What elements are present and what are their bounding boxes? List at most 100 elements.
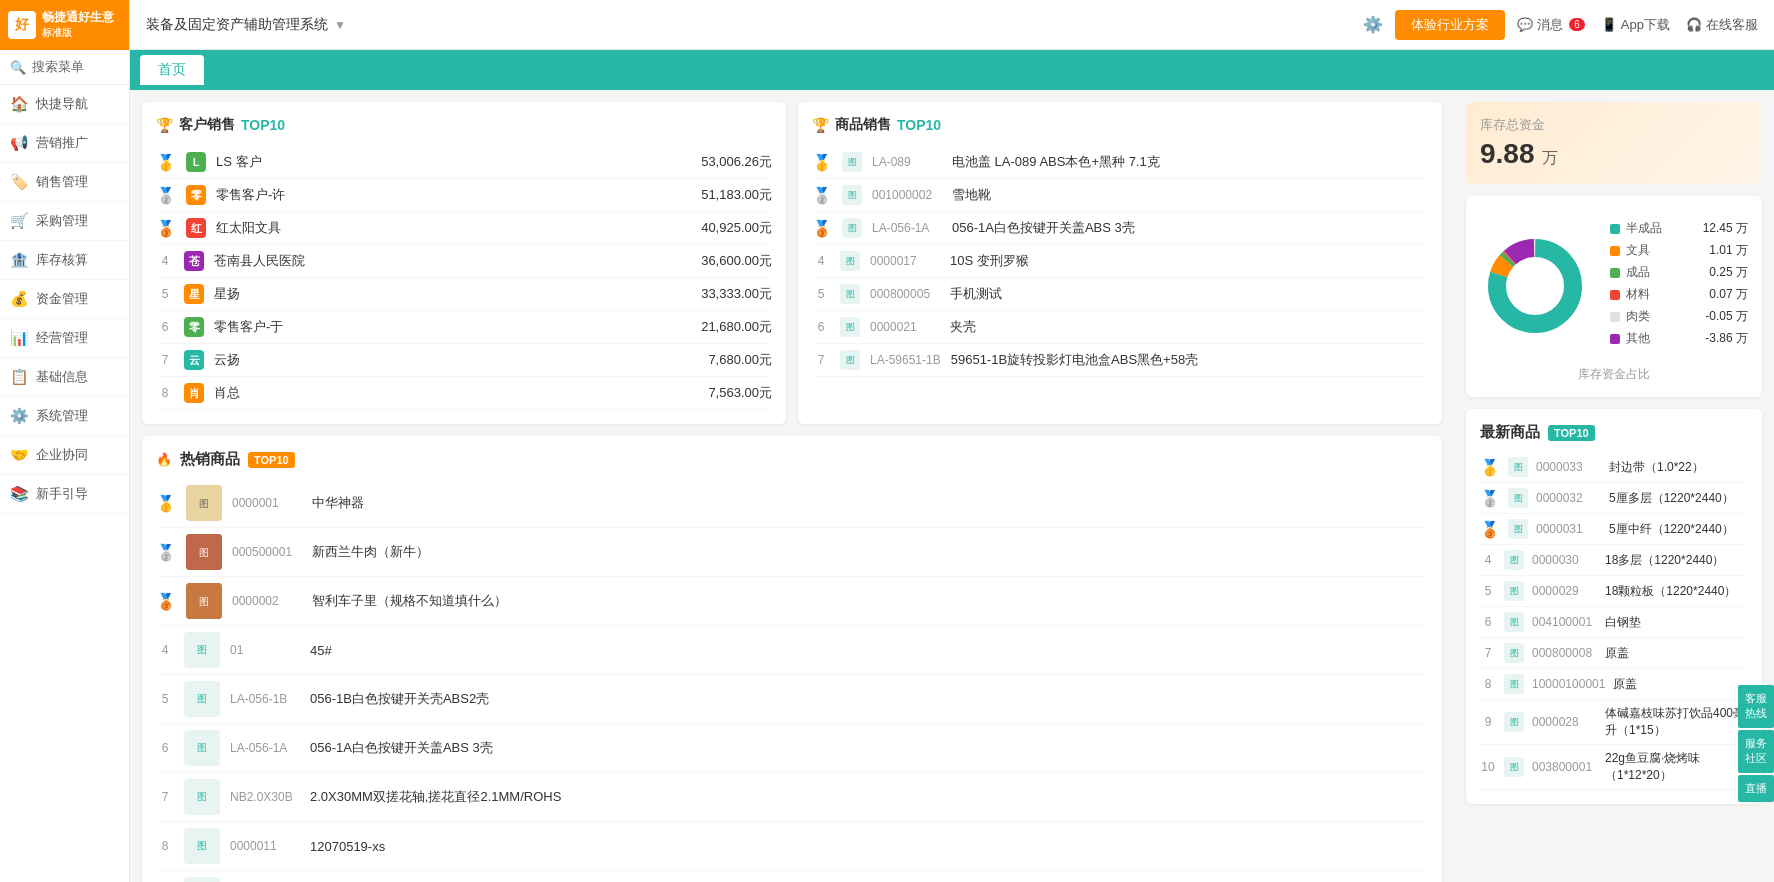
svg-text:图: 图	[199, 596, 209, 607]
topbar: 装备及固定资产辅助管理系统 ▼ ⚙️ 体验行业方案 💬 消息 6 📱 App下载…	[130, 0, 1774, 50]
search-menu[interactable]: 🔍 搜索菜单	[0, 50, 129, 85]
list-item: 6 图 LA-056-1A 056-1A白色按键开关盖ABS 3壳	[156, 724, 1428, 773]
product-placeholder: 图	[184, 779, 220, 815]
management-icon: 📊	[10, 329, 28, 347]
legend-dot	[1610, 224, 1620, 234]
medal-bronze: 🥉	[156, 219, 176, 238]
table-row: 8 肖 肖总 7,563.00元	[156, 377, 772, 410]
sidebar-item-inventory[interactable]: 🏦 库存核算	[0, 241, 129, 280]
trophy-icon: 🏆	[156, 117, 173, 133]
app-download-btn[interactable]: 📱 App下载	[1601, 16, 1670, 34]
product-rank-title: 🏆 商品销售TOP10	[812, 116, 1428, 134]
product-img: 图	[840, 251, 860, 271]
sidebar-item-system[interactable]: ⚙️ 系统管理	[0, 397, 129, 436]
list-item: 🥈 图 000500001 新西兰牛肉（新牛）	[156, 528, 1428, 577]
table-row: 4 苍 苍南县人民医院 36,600.00元	[156, 245, 772, 278]
legend-items: 半成品 12.45 万 文具 1.01 万 成品 0.25 万	[1610, 220, 1748, 352]
legend-dot	[1610, 334, 1620, 344]
list-item: 🥉 图 0000002 智利车子里（规格不知道填什么）	[156, 577, 1428, 626]
settings-icon[interactable]: ⚙️	[1363, 15, 1383, 34]
np-img: 图	[1504, 612, 1524, 632]
np-img: 图	[1508, 519, 1528, 539]
customer-service-btn[interactable]: 客服热线	[1738, 685, 1774, 728]
community-btn[interactable]: 服务社区	[1738, 730, 1774, 773]
marketing-icon: 📢	[10, 134, 28, 152]
list-item: 5 图 LA-056-1B 056-1B白色按键开关壳ABS2壳	[156, 675, 1428, 724]
product-image: 图	[186, 534, 222, 570]
product-rank-table: 🥇 图 LA-089 电池盖 LA-089 ABS本色+黑种 7.1克 🥈 图 …	[812, 146, 1428, 377]
legend-item: 其他 -3.86 万	[1610, 330, 1748, 347]
app-logo: 好 畅捷通好生意 标准版	[0, 0, 129, 50]
product-placeholder: 图	[184, 730, 220, 766]
phone-icon: 📱	[1601, 17, 1617, 32]
system-title: 装备及固定资产辅助管理系统 ▼	[146, 16, 1351, 34]
message-btn[interactable]: 💬 消息 6	[1517, 16, 1585, 34]
online-service-btn[interactable]: 🎧 在线客服	[1686, 16, 1758, 34]
fire-icon: 🔥	[156, 452, 172, 467]
np-img: 图	[1504, 712, 1524, 732]
svg-text:图: 图	[199, 498, 209, 509]
customer-badge: 肖	[184, 383, 204, 403]
np-img: 图	[1508, 488, 1528, 508]
customer-badge: 云	[184, 350, 204, 370]
topbar-right: 💬 消息 6 📱 App下载 🎧 在线客服	[1517, 16, 1758, 34]
tab-home[interactable]: 首页	[140, 55, 204, 85]
cooperation-icon: 🤝	[10, 446, 28, 464]
legend-dot	[1610, 246, 1620, 256]
medal-gold: 🥇	[1480, 458, 1500, 477]
customer-badge: 零	[186, 185, 206, 205]
np-img: 图	[1504, 581, 1524, 601]
product-placeholder: 图	[184, 681, 220, 717]
sidebar-item-marketing[interactable]: 📢 营销推广	[0, 124, 129, 163]
sidebar-item-basic[interactable]: 📋 基础信息	[0, 358, 129, 397]
trial-button[interactable]: 体验行业方案	[1395, 10, 1505, 40]
sidebar-item-purchase[interactable]: 🛒 采购管理	[0, 202, 129, 241]
sidebar-item-finance[interactable]: 💰 资金管理	[0, 280, 129, 319]
inventory-icon: 🏦	[10, 251, 28, 269]
sidebar-item-cooperation[interactable]: 🤝 企业协同	[0, 436, 129, 475]
legend-item: 肉类 -0.05 万	[1610, 308, 1748, 325]
sidebar-item-sales[interactable]: 🏷️ 销售管理	[0, 163, 129, 202]
hot-products-card: 🔥 热销商品 TOP10 🥇 图 0000001 中华神器 🥈	[142, 436, 1442, 882]
inventory-total-card: 库存总资金 9.88 万	[1466, 102, 1762, 184]
sidebar-item-management[interactable]: 📊 经营管理	[0, 319, 129, 358]
newest-products-card: 最新商品 TOP10 🥇 图 0000033 封边带（1.0*22） 🥈 图 0…	[1466, 409, 1762, 804]
medal-gold: 🥇	[156, 153, 176, 172]
list-item: 7 图 000800008 原盖	[1480, 638, 1748, 669]
list-item: 🥇 图 0000033 封边带（1.0*22）	[1480, 452, 1748, 483]
np-img: 图	[1504, 757, 1524, 777]
list-item: 🥇 图 0000001 中华神器	[156, 479, 1428, 528]
legend-item: 材料 0.07 万	[1610, 286, 1748, 303]
medal-silver: 🥈	[156, 543, 176, 562]
product-img: 图	[840, 317, 860, 337]
product-image: 图	[186, 583, 222, 619]
medal-bronze: 🥉	[812, 219, 832, 238]
right-panel: 库存总资金 9.88 万	[1454, 90, 1774, 882]
inventory-chart-card: 半成品 12.45 万 文具 1.01 万 成品 0.25 万	[1466, 196, 1762, 397]
table-row: 🥈 图 001000002 雪地靴	[812, 179, 1428, 212]
legend-item: 半成品 12.45 万	[1610, 220, 1748, 237]
list-item: 10 图 003800001 22g鱼豆腐·烧烤味（1*12*20）	[1480, 745, 1748, 790]
dropdown-arrow[interactable]: ▼	[334, 18, 346, 32]
sidebar-item-shortcuts[interactable]: 🏠 快捷导航	[0, 85, 129, 124]
content-main: 🏆 客户销售TOP10 🥇 L LS 客户 53,006.26元	[130, 90, 1454, 882]
table-row: 🥇 L LS 客户 53,006.26元	[156, 146, 772, 179]
medal-bronze: 🥉	[156, 592, 176, 611]
product-placeholder: 图	[184, 828, 220, 864]
donut-container: 半成品 12.45 万 文具 1.01 万 成品 0.25 万	[1480, 210, 1748, 362]
top-row: 🏆 客户销售TOP10 🥇 L LS 客户 53,006.26元	[142, 102, 1442, 424]
table-row: 7 云 云扬 7,680.00元	[156, 344, 772, 377]
np-img: 图	[1504, 550, 1524, 570]
product-img: 图	[842, 185, 862, 205]
customer-badge: 星	[184, 284, 204, 304]
list-item: 6 图 004100001 白钢垫	[1480, 607, 1748, 638]
logo-icon: 好	[8, 11, 36, 39]
svg-text:图: 图	[199, 547, 209, 558]
live-btn[interactable]: 直播	[1738, 775, 1774, 802]
table-row: 6 图 0000021 夹壳	[812, 311, 1428, 344]
customer-rank-card: 🏆 客户销售TOP10 🥇 L LS 客户 53,006.26元	[142, 102, 786, 424]
product-placeholder: 图	[184, 632, 220, 668]
product-image: 图	[186, 485, 222, 521]
sales-icon: 🏷️	[10, 173, 28, 191]
sidebar-item-guide[interactable]: 📚 新手引导	[0, 475, 129, 514]
